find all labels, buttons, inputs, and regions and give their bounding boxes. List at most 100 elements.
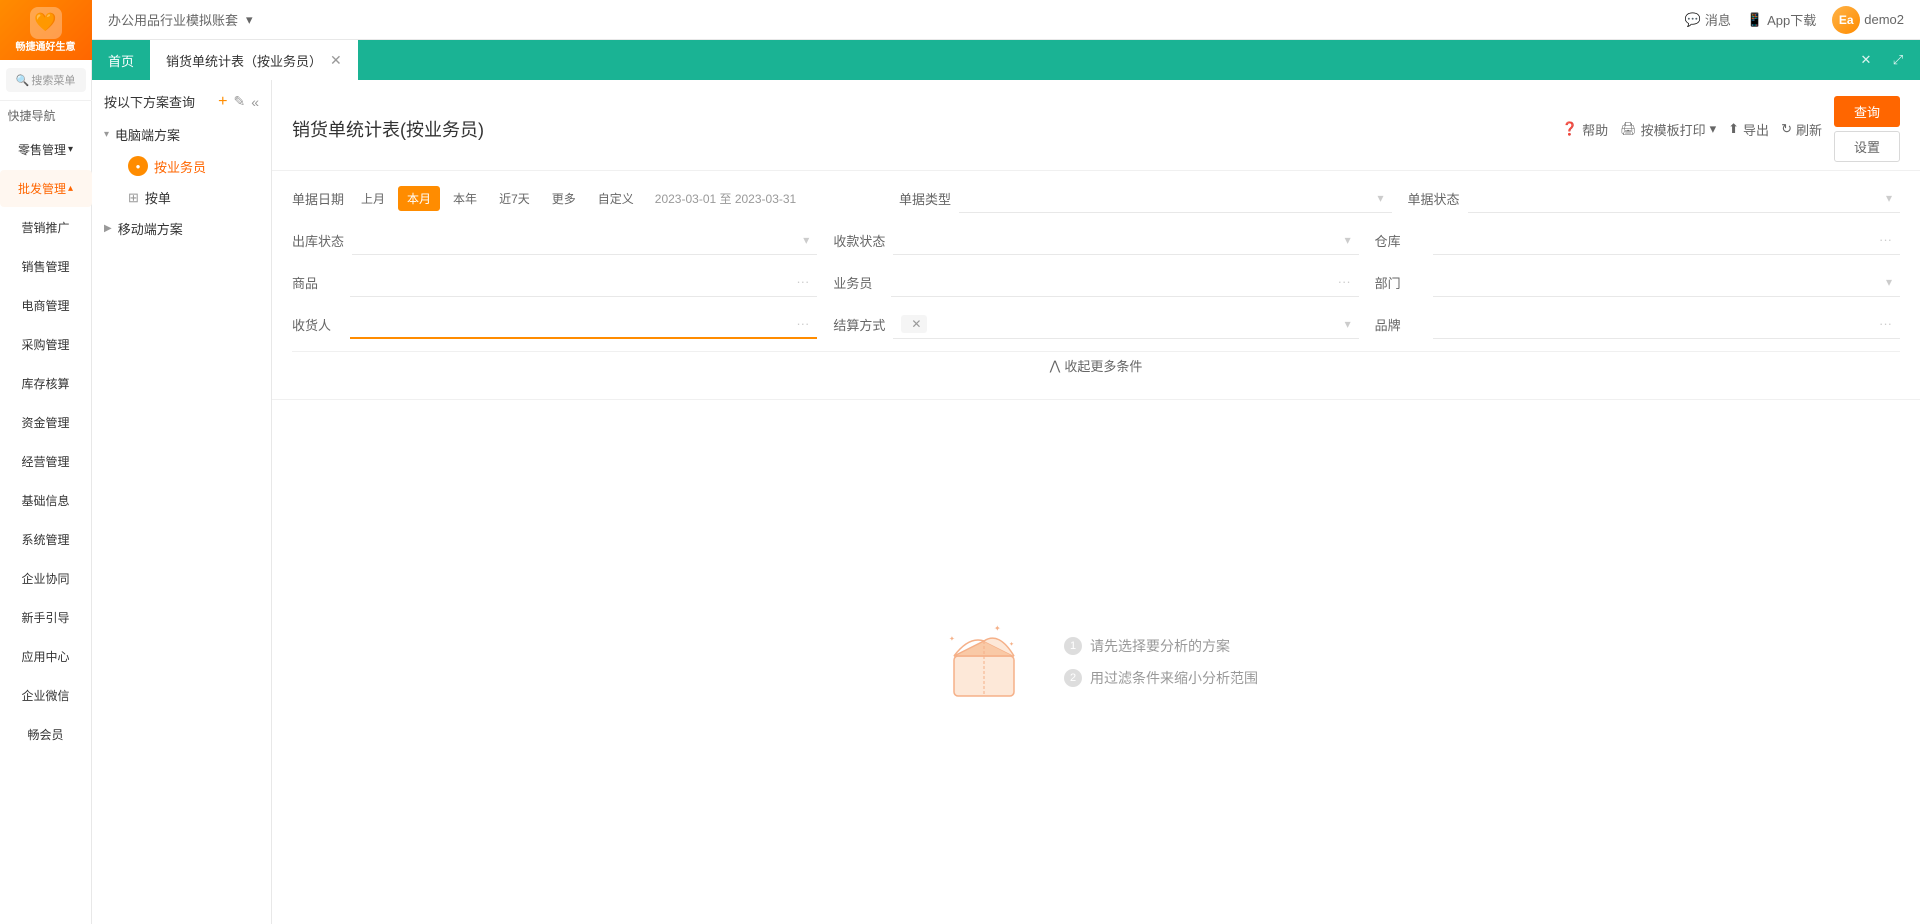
date-btn-7days[interactable]: 近7天 — [490, 186, 539, 211]
receiver-input[interactable]: ··· — [350, 309, 817, 339]
tree-desktop-children: ● 按业务员 ⊞ 按单 — [92, 150, 271, 213]
search-nav-button[interactable]: 🔍 搜索菜单 — [6, 68, 86, 92]
sidebar-item-sales[interactable]: 销售管理 — [0, 248, 92, 285]
tab-close-button[interactable]: ✕ — [1852, 46, 1880, 74]
date-btn-lastmonth[interactable]: 上月 — [352, 186, 394, 211]
goods-input[interactable]: ··· — [350, 267, 817, 297]
filter-row-2: 出库状态 ▾ 收款状态 ▾ 仓库 — [292, 225, 1900, 255]
dept-select[interactable]: ▾ — [1433, 267, 1900, 297]
help-icon: ❓ — [1562, 121, 1578, 137]
receiptstatus-filter-label: 收款状态 — [833, 231, 885, 250]
expand-desktop-icon: ▾ — [104, 129, 109, 140]
date-btn-thismonth[interactable]: 本月 — [398, 186, 440, 211]
template-print-button[interactable]: 🖨 按模板打印 ▾ — [1620, 120, 1716, 139]
sidebar-item-system[interactable]: 系统管理 — [0, 521, 92, 558]
tab-bar-actions: ✕ ⤢ — [1852, 46, 1920, 74]
settlement-select[interactable]: ✕ ▾ — [893, 309, 1358, 339]
help-button[interactable]: ❓ 帮助 — [1562, 120, 1608, 139]
salesperson-filter-label: 业务员 — [833, 273, 883, 292]
add-scheme-button[interactable]: + — [218, 93, 227, 111]
query-button[interactable]: 查询 — [1834, 96, 1900, 127]
left-panel-header: 按以下方案查询 + ✎ « — [92, 92, 271, 119]
sidebar-item-marketing[interactable]: 营销推广 — [0, 209, 92, 246]
warehouse-input[interactable]: ··· — [1433, 225, 1900, 255]
sidebar-item-appcenter[interactable]: 应用中心 — [0, 638, 92, 675]
logo-icon: 🧡 — [30, 7, 62, 39]
docstatus-select[interactable]: ▾ — [1468, 183, 1900, 213]
sidebar-item-appcenter-label: 应用中心 — [21, 648, 69, 665]
filter-row-4: 收货人 ··· 结算方式 ✕ ▾ — [292, 309, 1900, 339]
sidebar-item-basic-label: 基础信息 — [21, 492, 69, 509]
collapse-row: ⋀ 收起更多条件 — [292, 351, 1900, 387]
tab-expand-button[interactable]: ⤢ — [1884, 46, 1912, 74]
settlement-tag: ✕ — [901, 315, 927, 333]
message-button[interactable]: 💬 消息 — [1685, 10, 1731, 29]
active-scheme-inner: ● — [136, 162, 141, 171]
dept-arrow-icon: ▾ — [1886, 275, 1892, 289]
app-logo[interactable]: 🧡 畅捷通好生意 — [0, 0, 92, 60]
date-filter-label: 单据日期 — [292, 189, 344, 208]
sidebar-item-newbie[interactable]: 新手引导 — [0, 599, 92, 636]
doctype-select[interactable]: ▾ — [959, 183, 1391, 213]
export-icon: ⬆ — [1728, 121, 1739, 137]
salesperson-input[interactable]: ··· — [891, 267, 1358, 297]
tab-close-window-icon: ✕ — [1861, 52, 1872, 68]
sidebar-item-purchase[interactable]: 采购管理 — [0, 326, 92, 363]
settlement-tag-close-icon[interactable]: ✕ — [911, 317, 921, 331]
outstatus-select[interactable]: ▾ — [352, 225, 817, 255]
tab-report[interactable]: 销货单统计表（按业务员） ✕ — [150, 40, 358, 80]
sidebar: 🧡 畅捷通好生意 🔍 搜索菜单 快捷导航 零售管理 ▾ 批发管理 ▴ 营销推广 … — [0, 0, 92, 924]
receiver-filter-label: 收货人 — [292, 315, 342, 334]
date-btn-thisyear[interactable]: 本年 — [444, 186, 486, 211]
sidebar-item-finance[interactable]: 资金管理 — [0, 404, 92, 441]
sidebar-item-wechat-label: 企业微信 — [21, 687, 69, 704]
empty-tip-2: 2 用过滤条件来缩小分析范围 — [1064, 668, 1258, 688]
sidebar-item-operations[interactable]: 经营管理 — [0, 443, 92, 480]
filter-date-item: 单据日期 上月 本月 本年 近7天 更多 自定义 2023-03-01 至 20… — [292, 186, 883, 211]
tab-home[interactable]: 首页 — [92, 40, 150, 80]
refresh-button[interactable]: ↻ 刷新 — [1781, 120, 1822, 139]
tip-1-num: 1 — [1064, 637, 1082, 655]
empty-tip-1: 1 请先选择要分析的方案 — [1064, 636, 1258, 656]
collapse-panel-icon[interactable]: « — [251, 94, 259, 110]
page-title: 销货单统计表(按业务员) — [292, 116, 484, 142]
user-name-label: demo2 — [1864, 12, 1904, 27]
search-icon: 🔍 — [16, 74, 30, 87]
tree-group-desktop[interactable]: ▾ 电脑端方案 — [92, 119, 271, 150]
print-arrow-icon: ▾ — [1710, 121, 1717, 137]
sidebar-item-wechat[interactable]: 企业微信 — [0, 677, 92, 714]
sidebar-item-ecommerce[interactable]: 电商管理 — [0, 287, 92, 324]
tree-group-mobile[interactable]: ▶ 移动端方案 — [92, 213, 271, 244]
goods-ellipsis-icon: ··· — [796, 274, 809, 289]
sidebar-item-collab[interactable]: 企业协同 — [0, 560, 92, 597]
sidebar-item-retail[interactable]: 零售管理 ▾ — [0, 131, 92, 168]
user-profile-button[interactable]: Ea demo2 — [1832, 6, 1904, 34]
edit-scheme-icon[interactable]: ✎ — [233, 93, 245, 110]
page-actions: ❓ 帮助 🖨 按模板打印 ▾ ⬆ 导出 ↻ 刷新 — [1562, 96, 1900, 162]
filter-docstatus-item: 单据状态 ▾ — [1408, 183, 1901, 213]
date-btn-more[interactable]: 更多 — [543, 186, 585, 211]
app-download-button[interactable]: 📱 App下载 — [1747, 10, 1816, 29]
settings-button[interactable]: 设置 — [1834, 131, 1900, 162]
collapse-up-icon: ⋀ — [1050, 358, 1061, 374]
quick-nav-label[interactable]: 快捷导航 — [0, 101, 92, 130]
export-button[interactable]: ⬆ 导出 — [1728, 120, 1769, 139]
date-btn-custom[interactable]: 自定义 — [589, 186, 643, 211]
quick-nav-text: 快捷导航 — [8, 107, 56, 124]
tree-item-salesperson[interactable]: ● 按业务员 — [116, 150, 271, 182]
tab-close-icon[interactable]: ✕ — [330, 52, 342, 69]
collapse-label: 收起更多条件 — [1064, 356, 1142, 375]
tree-item-order[interactable]: ⊞ 按单 — [116, 182, 271, 213]
settlement-filter-label: 结算方式 — [833, 315, 885, 334]
svg-text:✦: ✦ — [949, 635, 955, 643]
sidebar-item-member[interactable]: 畅会员 — [0, 716, 92, 753]
collapse-button[interactable]: ⋀ 收起更多条件 — [1050, 356, 1143, 375]
goods-filter-label: 商品 — [292, 273, 342, 292]
filter-receiver-item: 收货人 ··· — [292, 309, 817, 339]
brand-input[interactable]: ··· — [1433, 309, 1900, 339]
sidebar-item-inventory[interactable]: 库存核算 — [0, 365, 92, 402]
breadcrumb-arrow-icon[interactable]: ▾ — [246, 12, 253, 28]
sidebar-item-wholesale[interactable]: 批发管理 ▴ — [0, 170, 92, 207]
sidebar-item-basic[interactable]: 基础信息 — [0, 482, 92, 519]
receiptstatus-select[interactable]: ▾ — [893, 225, 1358, 255]
